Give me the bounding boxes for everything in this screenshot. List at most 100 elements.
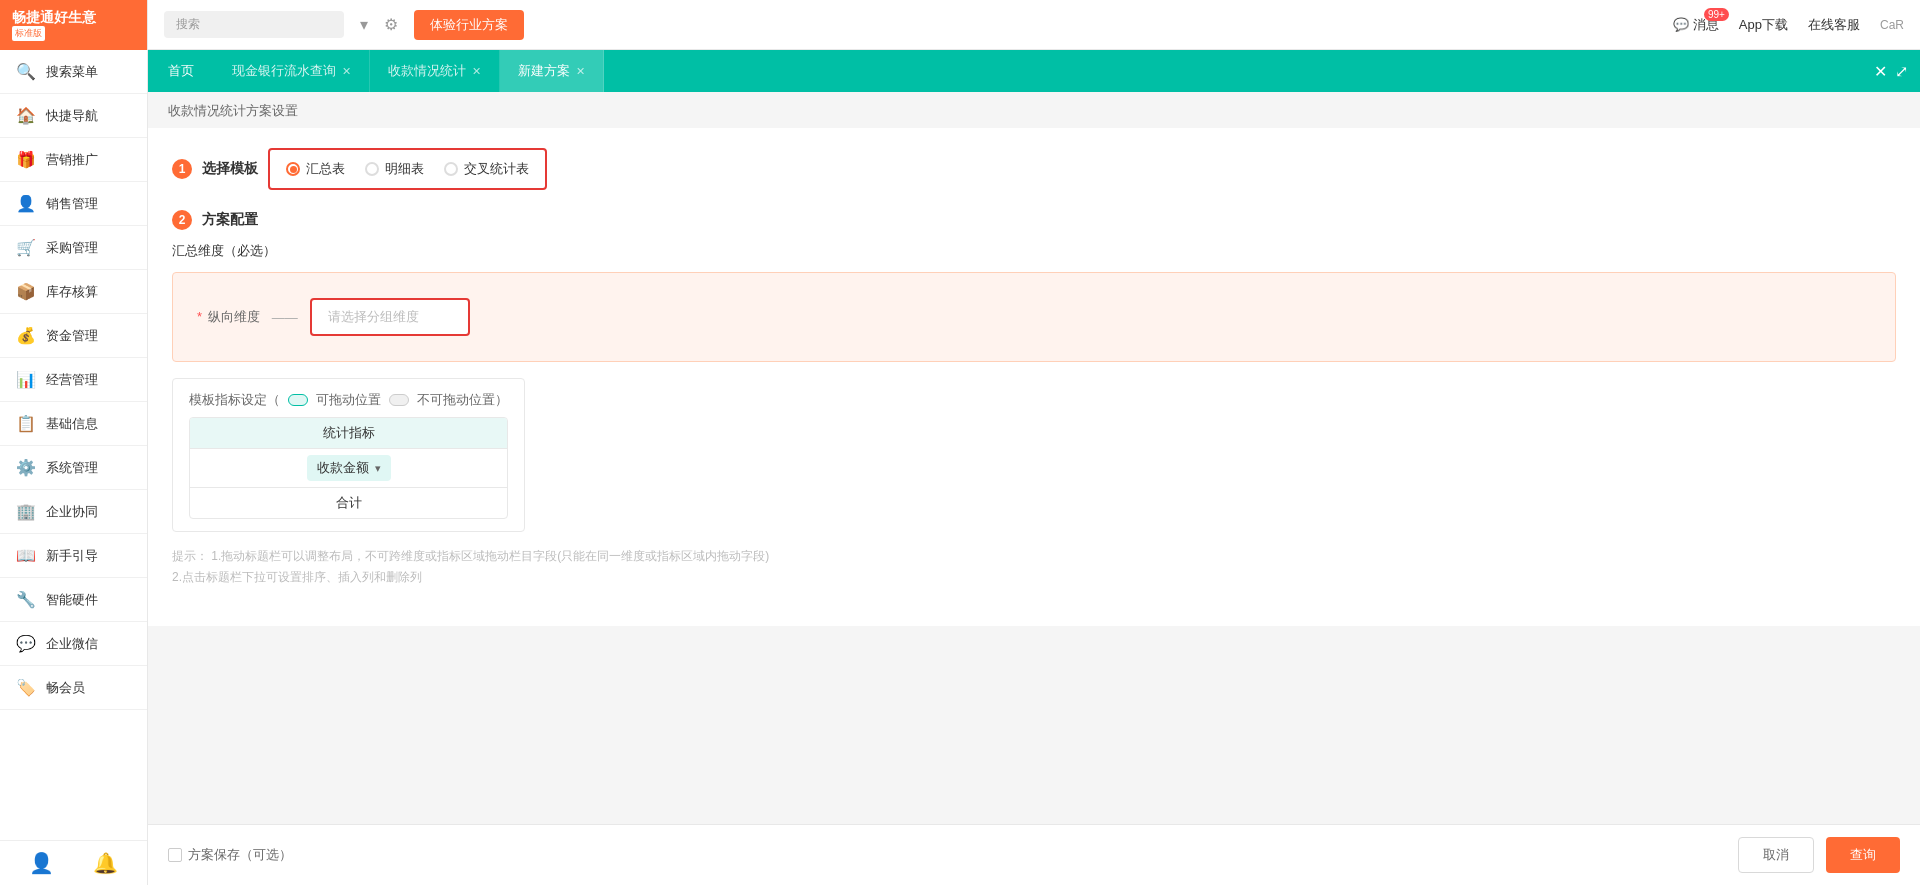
metrics-tag-row: 收款金额 ▾ [190,449,507,488]
radio-summary[interactable]: 汇总表 [286,160,345,178]
inventory-icon: 📦 [16,282,36,301]
sidebar-item-label: 智能硬件 [46,591,98,609]
dimension-area: * 纵向维度 —— 请选择分组维度 [172,272,1896,362]
tab-bank-query[interactable]: 现金银行流水查询 ✕ [214,50,370,92]
sidebar-item-label: 新手引导 [46,547,98,565]
sidebar-item-quick-nav[interactable]: 🏠 快捷导航 [0,94,147,138]
chevron-down-icon: ▾ [375,462,381,475]
sidebar-item-label: 系统管理 [46,459,98,477]
sidebar-item-label: 基础信息 [46,415,98,433]
page-breadcrumb: 收款情况统计方案设置 [148,92,1920,128]
topbar: 搜索 ▾ ⚙ 体验行业方案 💬 消息 99+ App下载 在线客服 CaR [148,0,1920,50]
tip-2: 2.点击标题栏下拉可设置排序、插入列和删除列 [172,569,1896,586]
radio-detail[interactable]: 明细表 [365,160,424,178]
tab-close-new-plan[interactable]: ✕ [576,65,585,78]
dimension-select[interactable]: 请选择分组维度 [310,298,470,336]
page-footer: 方案保存（可选） 取消 查询 [148,824,1920,885]
save-option-wrap: 方案保存（可选） [168,846,292,864]
topbar-gear-icon[interactable]: ⚙ [384,15,398,34]
sidebar-item-label: 资金管理 [46,327,98,345]
sidebar-item-label: 企业协同 [46,503,98,521]
dimension-subtitle: 汇总维度（必选） [172,242,1896,260]
footer-icon-2[interactable]: 🔔 [93,851,118,875]
topbar-search[interactable]: 搜索 [164,11,344,38]
tab-collection-stats[interactable]: 收款情况统计 ✕ [370,50,500,92]
sidebar-item-member[interactable]: 🏷️ 畅会员 [0,666,147,710]
breadcrumb-text: 收款情况统计方案设置 [168,103,298,118]
metrics-table: 统计指标 收款金额 ▾ 合计 [189,417,508,519]
footer-icon-1[interactable]: 👤 [29,851,54,875]
member-icon: 🏷️ [16,678,36,697]
sidebar-item-purchase[interactable]: 🛒 采购管理 [0,226,147,270]
draggable-label: 可拖动位置 [316,391,381,409]
radio-dot-summary [286,162,300,176]
main-area: 搜索 ▾ ⚙ 体验行业方案 💬 消息 99+ App下载 在线客服 CaR 首页… [148,0,1920,885]
wechat-icon: 💬 [16,634,36,653]
search-menu-icon: 🔍 [16,62,36,81]
tab-close-bank[interactable]: ✕ [342,65,351,78]
sidebar-item-label: 经营管理 [46,371,98,389]
sidebar: 畅捷通好生意 标准版 🔍 搜索菜单 🏠 快捷导航 🎁 营销推广 👤 销售管理 🛒… [0,0,148,885]
newbie-icon: 📖 [16,546,36,565]
sidebar-item-finance[interactable]: 💰 资金管理 [0,314,147,358]
metrics-header: 模板指标设定（ 可拖动位置 不可拖动位置） [189,391,508,409]
topbar-dropdown-icon[interactable]: ▾ [360,15,368,34]
dimension-required-mark: * 纵向维度 [197,308,260,326]
online-support-btn[interactable]: 在线客服 [1808,16,1860,34]
hardware-icon: 🔧 [16,590,36,609]
config-section: 汇总维度（必选） * 纵向维度 —— 请选择分组维度 [172,242,1896,586]
dimension-arrow: —— [272,310,298,325]
tabbar: 首页 现金银行流水查询 ✕ 收款情况统计 ✕ 新建方案 ✕ ✕ ⤢ [148,50,1920,92]
dimension-row: * 纵向维度 —— 请选择分组维度 [197,298,470,336]
step2-section: 2 方案配置 汇总维度（必选） * 纵向维度 —— [172,210,1896,586]
step2-number: 2 [172,210,192,230]
sidebar-logo: 畅捷通好生意 标准版 [0,0,147,50]
logo-badge: 标准版 [12,26,45,41]
tab-new-plan[interactable]: 新建方案 ✕ [500,50,604,92]
operations-icon: 📊 [16,370,36,389]
sidebar-item-basic-info[interactable]: 📋 基础信息 [0,402,147,446]
metrics-wrapper: 模板指标设定（ 可拖动位置 不可拖动位置） 统计指标 收款金额 [172,378,525,532]
tab-maximize-icon[interactable]: ⤢ [1895,62,1908,81]
save-checkbox[interactable] [168,848,182,862]
message-badge: 99+ [1704,8,1729,21]
sidebar-item-operations[interactable]: 📊 经营管理 [0,358,147,402]
sidebar-item-label: 企业微信 [46,635,98,653]
cancel-button[interactable]: 取消 [1738,837,1814,873]
sidebar-item-label: 采购管理 [46,239,98,257]
tip-1: 提示： 1.拖动标题栏可以调整布局，不可跨维度或指标区域拖动栏目字段(只能在同一… [172,548,1896,565]
sidebar-item-newbie[interactable]: 📖 新手引导 [0,534,147,578]
tab-close-collection[interactable]: ✕ [472,65,481,78]
basic-info-icon: 📋 [16,414,36,433]
app-download-btn[interactable]: App下载 [1739,16,1788,34]
metrics-table-header: 统计指标 [190,418,507,449]
radio-cross[interactable]: 交叉统计表 [444,160,529,178]
tab-close-all-icon[interactable]: ✕ [1874,62,1887,81]
purchase-icon: 🛒 [16,238,36,257]
metrics-tag-amount[interactable]: 收款金额 ▾ [307,455,391,481]
form-card: 1 选择模板 汇总表 明细表 [148,128,1920,626]
sidebar-item-search-menu[interactable]: 🔍 搜索菜单 [0,50,147,94]
content-area: 收款情况统计方案设置 1 选择模板 汇总表 [148,92,1920,885]
radio-dot-detail [365,162,379,176]
template-select-box: 汇总表 明细表 交叉统计表 [268,148,547,190]
step1-number: 1 [172,159,192,179]
sidebar-item-hardware[interactable]: 🔧 智能硬件 [0,578,147,622]
query-button[interactable]: 查询 [1826,837,1900,873]
sidebar-item-inventory[interactable]: 📦 库存核算 [0,270,147,314]
marketing-icon: 🎁 [16,150,36,169]
enterprise-icon: 🏢 [16,502,36,521]
sidebar-item-sales[interactable]: 👤 销售管理 [0,182,147,226]
tab-home[interactable]: 首页 [148,50,214,92]
sidebar-item-enterprise[interactable]: 🏢 企业协同 [0,490,147,534]
topbar-user: CaR [1880,18,1904,32]
messages-btn[interactable]: 💬 消息 99+ [1673,16,1719,34]
tips-section: 提示： 1.拖动标题栏可以调整布局，不可跨维度或指标区域拖动栏目字段(只能在同一… [172,548,1896,586]
sidebar-item-wechat[interactable]: 💬 企业微信 [0,622,147,666]
step2-header: 2 方案配置 [172,210,1896,230]
sidebar-item-system[interactable]: ⚙️ 系统管理 [0,446,147,490]
trial-btn[interactable]: 体验行业方案 [414,10,524,40]
sidebar-item-marketing[interactable]: 🎁 营销推广 [0,138,147,182]
footer-actions: 取消 查询 [1738,837,1900,873]
tabbar-actions: ✕ ⤢ [1874,62,1920,81]
